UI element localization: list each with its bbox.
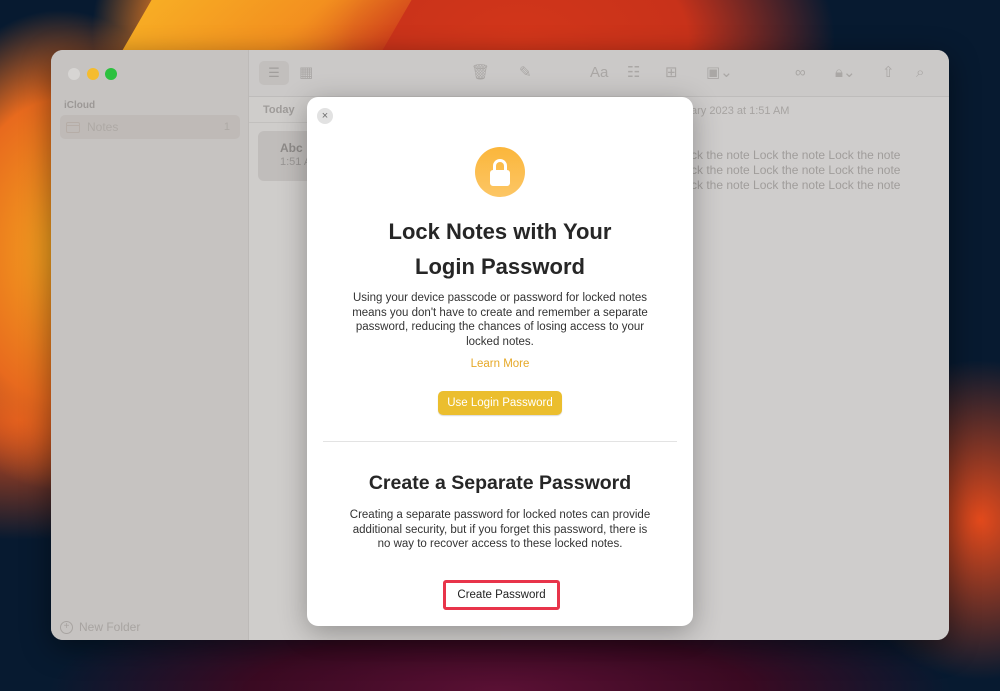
separate-password-description: Creating a separate password for locked … xyxy=(349,509,651,550)
new-folder-button[interactable]: + New Folder xyxy=(60,620,140,634)
note-line: ck the note Lock the note Lock the note xyxy=(691,163,901,177)
note-line: ck the note Lock the note Lock the note xyxy=(691,178,901,192)
close-button[interactable]: × xyxy=(317,108,333,124)
dialog-title: Lock Notes with Your Login Password xyxy=(307,214,693,284)
divider xyxy=(323,441,677,442)
window-close-button[interactable] xyxy=(68,68,80,80)
toolbar: ☰ ▦ 🗑︎ ✎ Aa ☷ ⊞ ▣⌄ ∞ 🔒︎⌄ ⇧ ⌕ xyxy=(249,50,949,97)
list-view-icon[interactable]: ☰ xyxy=(259,61,289,85)
create-password-button[interactable]: Create Password xyxy=(443,580,560,610)
note-line: ck the note Lock the note Lock the note xyxy=(691,148,901,162)
window-maximize-button[interactable] xyxy=(105,68,117,80)
new-folder-label: New Folder xyxy=(79,620,141,634)
lock-notes-dialog: × Lock Notes with Your Login Password Us… xyxy=(307,97,693,626)
sidebar-item-label: Notes xyxy=(87,120,119,134)
window-minimize-button[interactable] xyxy=(87,68,99,80)
format-text-icon[interactable]: Aa xyxy=(590,64,608,82)
learn-more-link[interactable]: Learn More xyxy=(307,358,693,370)
compose-icon[interactable]: ✎ xyxy=(519,64,532,82)
folder-icon xyxy=(66,121,80,133)
gallery-view-icon[interactable]: ▦ xyxy=(299,64,313,82)
note-list-section-header: Today xyxy=(263,104,295,116)
note-body: ck the note Lock the note Lock the note … xyxy=(691,148,949,193)
note-date: ary 2023 at 1:51 AM xyxy=(691,105,790,117)
collaborate-icon[interactable]: ∞ xyxy=(795,64,806,82)
use-login-password-button[interactable]: Use Login Password xyxy=(438,391,562,415)
trash-icon[interactable]: 🗑︎ xyxy=(471,64,490,82)
separate-password-heading: Create a Separate Password xyxy=(368,472,632,494)
search-icon[interactable]: ⌕ xyxy=(916,64,924,82)
sidebar-item-notes[interactable]: Notes 1 xyxy=(60,115,240,139)
table-icon[interactable]: ⊞ xyxy=(665,64,678,82)
sidebar: iCloud Notes 1 + New Folder xyxy=(51,50,249,640)
checklist-icon[interactable]: ☷ xyxy=(627,64,640,82)
lock-icon[interactable]: 🔒︎⌄ xyxy=(835,64,856,82)
media-icon[interactable]: ▣⌄ xyxy=(706,64,733,82)
share-icon[interactable]: ⇧ xyxy=(882,64,895,82)
dialog-title-line1: Lock Notes with Your xyxy=(388,219,612,244)
lock-icon xyxy=(475,147,525,197)
dialog-description: Using your device passcode or password f… xyxy=(352,292,648,348)
sidebar-item-count: 1 xyxy=(223,121,230,133)
plus-circle-icon: + xyxy=(60,620,73,634)
dialog-title-line2: Login Password xyxy=(415,254,585,279)
sidebar-section-label: iCloud xyxy=(64,100,96,111)
